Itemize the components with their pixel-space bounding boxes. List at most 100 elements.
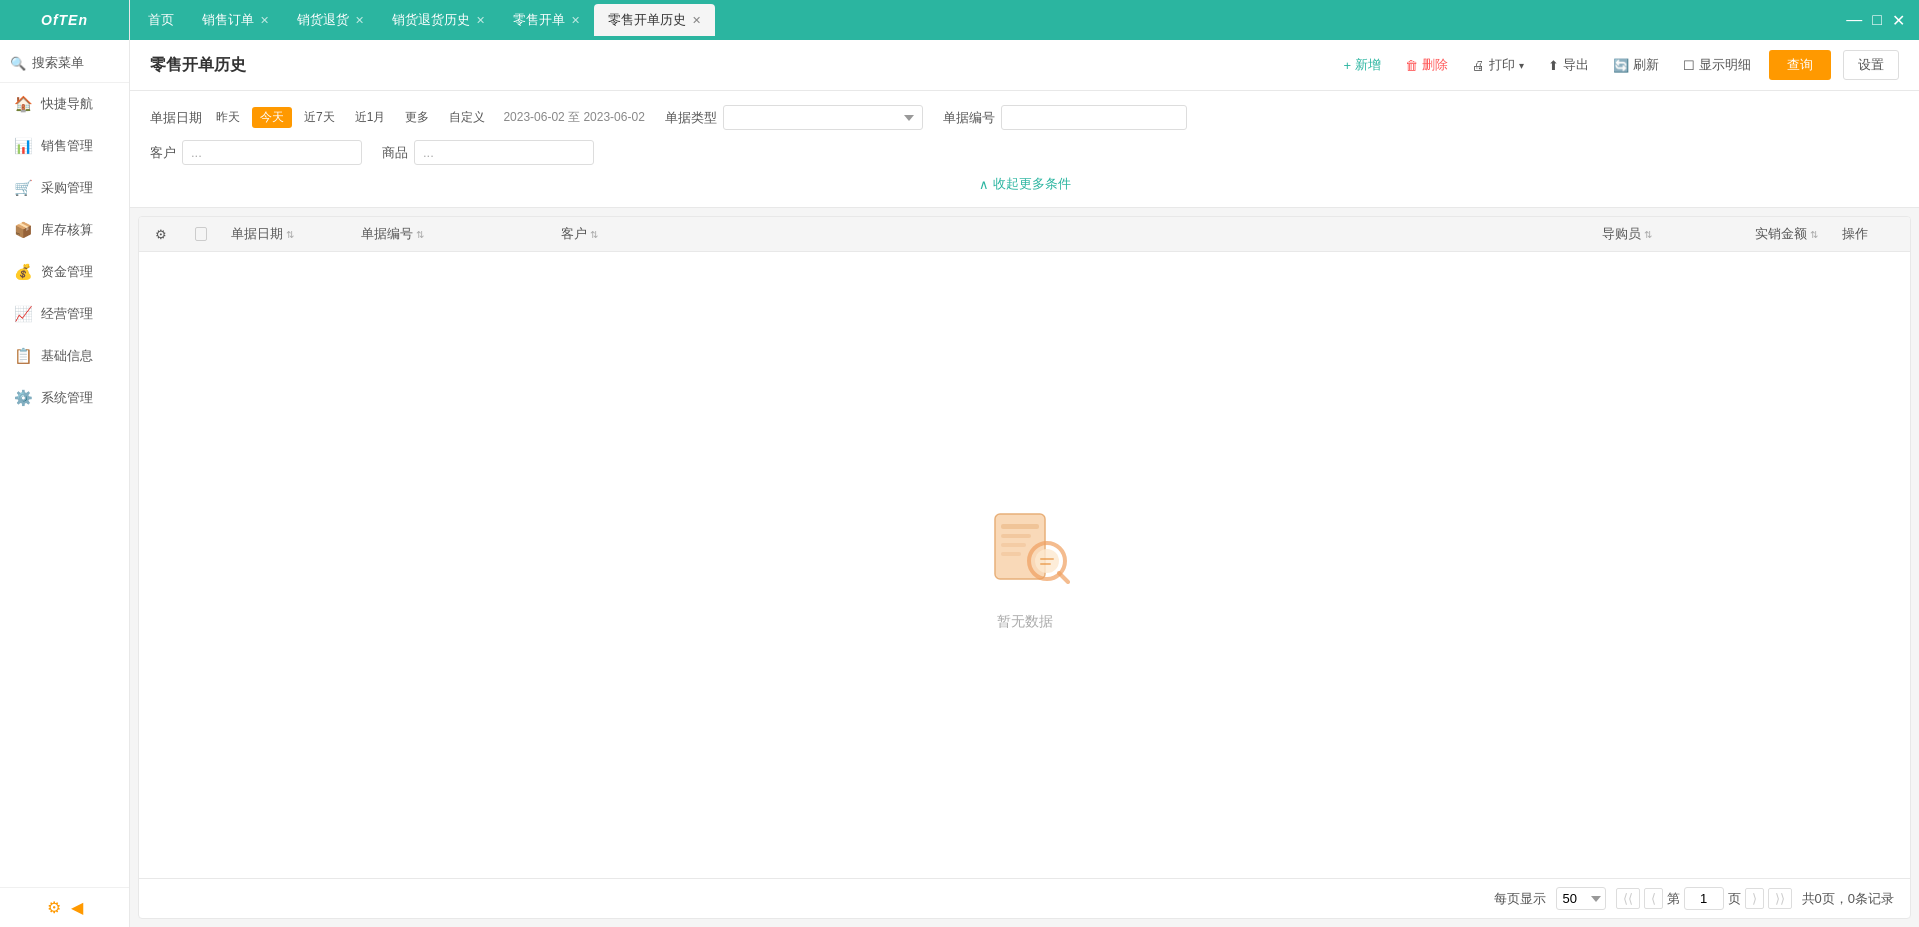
customer-sort-icon: ⇅ — [590, 229, 598, 240]
quick-nav-icon: 🏠 — [14, 95, 33, 113]
order-no-label: 单据编号 — [943, 109, 995, 127]
tab-retail-open-history-close[interactable]: ✕ — [692, 14, 701, 27]
select-all-checkbox[interactable] — [195, 227, 207, 241]
collapse-filter-label: 收起更多条件 — [993, 175, 1071, 193]
sidebar-item-biz-mgmt[interactable]: 📈 经营管理 — [0, 293, 129, 335]
collapse-filter-button[interactable]: ∧ 收起更多条件 — [979, 175, 1071, 193]
sidebar-item-sales-mgmt[interactable]: 📊 销售管理 — [0, 125, 129, 167]
product-input[interactable]: ... — [414, 140, 594, 165]
amount-sort-icon: ⇅ — [1810, 229, 1818, 240]
collapse-sidebar-icon[interactable]: ◀ — [71, 898, 83, 917]
sidebar-item-stock-calc[interactable]: 📦 库存核算 — [0, 209, 129, 251]
settings-bottom-icon[interactable]: ⚙ — [47, 898, 61, 917]
tab-retail-open-history[interactable]: 零售开单历史 ✕ — [594, 4, 715, 36]
display-detail-button[interactable]: ☐ 显示明细 — [1677, 52, 1757, 78]
maximize-icon[interactable]: □ — [1872, 11, 1882, 29]
tab-sales-order-close[interactable]: ✕ — [260, 14, 269, 27]
tab-retail-open[interactable]: 零售开单 ✕ — [499, 4, 594, 36]
th-date[interactable]: 单据日期 ⇅ — [219, 225, 349, 243]
guide-sort-icon: ⇅ — [1644, 229, 1652, 240]
first-page-button[interactable]: ⟨⟨ — [1616, 888, 1640, 909]
date-btn-more[interactable]: 更多 — [397, 107, 437, 128]
filter-row-1: 单据日期 昨天 今天 近7天 近1月 更多 自定义 2023-06-02 至 2… — [150, 105, 1899, 130]
main-area: 首页 销售订单 ✕ 销货退货 ✕ 销货退货历史 ✕ 零售开单 ✕ 零售开单历史 … — [130, 0, 1919, 927]
search-icon: 🔍 — [10, 56, 26, 71]
tab-sales-return-history-label: 销货退货历史 — [392, 11, 470, 29]
th-ops-label: 操作 — [1842, 225, 1868, 243]
settings-button[interactable]: 设置 — [1843, 50, 1899, 80]
brand-logo: OfTEn — [0, 0, 129, 40]
th-amount-label: 实销金额 — [1755, 225, 1807, 243]
sidebar-item-sys-mgmt[interactable]: ⚙️ 系统管理 — [0, 377, 129, 419]
th-ops: 操作 — [1830, 225, 1910, 243]
empty-illustration — [975, 499, 1075, 599]
date-btn-today[interactable]: 今天 — [252, 107, 292, 128]
refresh-icon: 🔄 — [1613, 58, 1629, 73]
tab-home-label: 首页 — [148, 11, 174, 29]
th-customer[interactable]: 客户 ⇅ — [549, 225, 1590, 243]
sidebar-item-base-info[interactable]: 📋 基础信息 — [0, 335, 129, 377]
th-checkbox[interactable] — [183, 227, 219, 241]
svg-rect-1 — [1001, 524, 1039, 529]
page-suffix: 页 — [1728, 890, 1741, 908]
tab-sales-return-close[interactable]: ✕ — [355, 14, 364, 27]
th-amount[interactable]: 实销金额 ⇅ — [1710, 225, 1830, 243]
empty-state: 暂无数据 — [139, 252, 1910, 878]
close-window-icon[interactable]: ✕ — [1892, 11, 1905, 30]
sales-mgmt-icon: 📊 — [14, 137, 33, 155]
minimize-icon[interactable]: — — [1846, 11, 1862, 29]
sidebar-item-purchase-mgmt[interactable]: 🛒 采购管理 — [0, 167, 129, 209]
export-button[interactable]: ⬆ 导出 — [1542, 52, 1595, 78]
page-label: 第 — [1667, 890, 1680, 908]
display-detail-label: 显示明细 — [1699, 56, 1751, 74]
tab-sales-return-history[interactable]: 销货退货历史 ✕ — [378, 4, 499, 36]
biz-mgmt-icon: 📈 — [14, 305, 33, 323]
sidebar-search[interactable]: 🔍 搜索菜单 — [0, 40, 129, 83]
customer-input[interactable]: ... — [182, 140, 362, 165]
tab-retail-open-close[interactable]: ✕ — [571, 14, 580, 27]
per-page-select[interactable]: 10 20 50 100 — [1556, 887, 1606, 910]
add-button[interactable]: + 新增 — [1337, 52, 1387, 78]
date-btn-custom[interactable]: 自定义 — [441, 107, 493, 128]
next-page-button[interactable]: ⟩ — [1745, 888, 1764, 909]
print-button[interactable]: 🖨 打印 ▾ — [1466, 52, 1530, 78]
tab-retail-open-label: 零售开单 — [513, 11, 565, 29]
prev-page-button[interactable]: ⟨ — [1644, 888, 1663, 909]
tab-sales-return-history-close[interactable]: ✕ — [476, 14, 485, 27]
svg-rect-4 — [1001, 552, 1021, 556]
order-type-label: 单据类型 — [665, 109, 717, 127]
last-page-button[interactable]: ⟩⟩ — [1768, 888, 1792, 909]
tab-home[interactable]: 首页 — [134, 4, 188, 36]
sidebar-item-label: 采购管理 — [41, 179, 93, 197]
empty-text: 暂无数据 — [997, 613, 1053, 631]
svg-rect-2 — [1001, 534, 1031, 538]
stock-calc-icon: 📦 — [14, 221, 33, 239]
query-button[interactable]: 查询 — [1769, 50, 1831, 80]
th-guide[interactable]: 导购员 ⇅ — [1590, 225, 1710, 243]
refresh-button[interactable]: 🔄 刷新 — [1607, 52, 1665, 78]
tab-retail-open-history-label: 零售开单历史 — [608, 11, 686, 29]
add-label: 新增 — [1355, 56, 1381, 74]
th-customer-label: 客户 — [561, 225, 587, 243]
order-no-sort-icon: ⇅ — [416, 229, 424, 240]
date-btn-last7[interactable]: 近7天 — [296, 107, 343, 128]
sidebar-item-fund-mgmt[interactable]: 💰 资金管理 — [0, 251, 129, 293]
date-range-text: 2023-06-02 至 2023-06-02 — [503, 109, 644, 126]
print-dropdown-icon: ▾ — [1519, 60, 1524, 71]
order-no-input[interactable] — [1001, 105, 1187, 130]
customer-ellipsis-text: ... — [191, 145, 202, 160]
order-type-select[interactable] — [723, 105, 923, 130]
th-date-label: 单据日期 — [231, 225, 283, 243]
tab-sales-order[interactable]: 销售订单 ✕ — [188, 4, 283, 36]
sidebar-item-label: 经营管理 — [41, 305, 93, 323]
sidebar-item-quick-nav[interactable]: 🏠 快捷导航 — [0, 83, 129, 125]
date-btn-last1m[interactable]: 近1月 — [347, 107, 394, 128]
th-gear[interactable]: ⚙ — [139, 227, 183, 242]
tab-sales-return[interactable]: 销货退货 ✕ — [283, 4, 378, 36]
date-btn-yesterday[interactable]: 昨天 — [208, 107, 248, 128]
date-filter-label: 单据日期 — [150, 109, 202, 127]
th-order-no[interactable]: 单据编号 ⇅ — [349, 225, 549, 243]
delete-button[interactable]: 🗑 删除 — [1399, 52, 1454, 78]
toolbar: + 新增 🗑 删除 🖨 打印 ▾ ⬆ 导出 🔄 刷新 ☐ 显示 — [1337, 50, 1899, 80]
page-input[interactable] — [1684, 887, 1724, 910]
